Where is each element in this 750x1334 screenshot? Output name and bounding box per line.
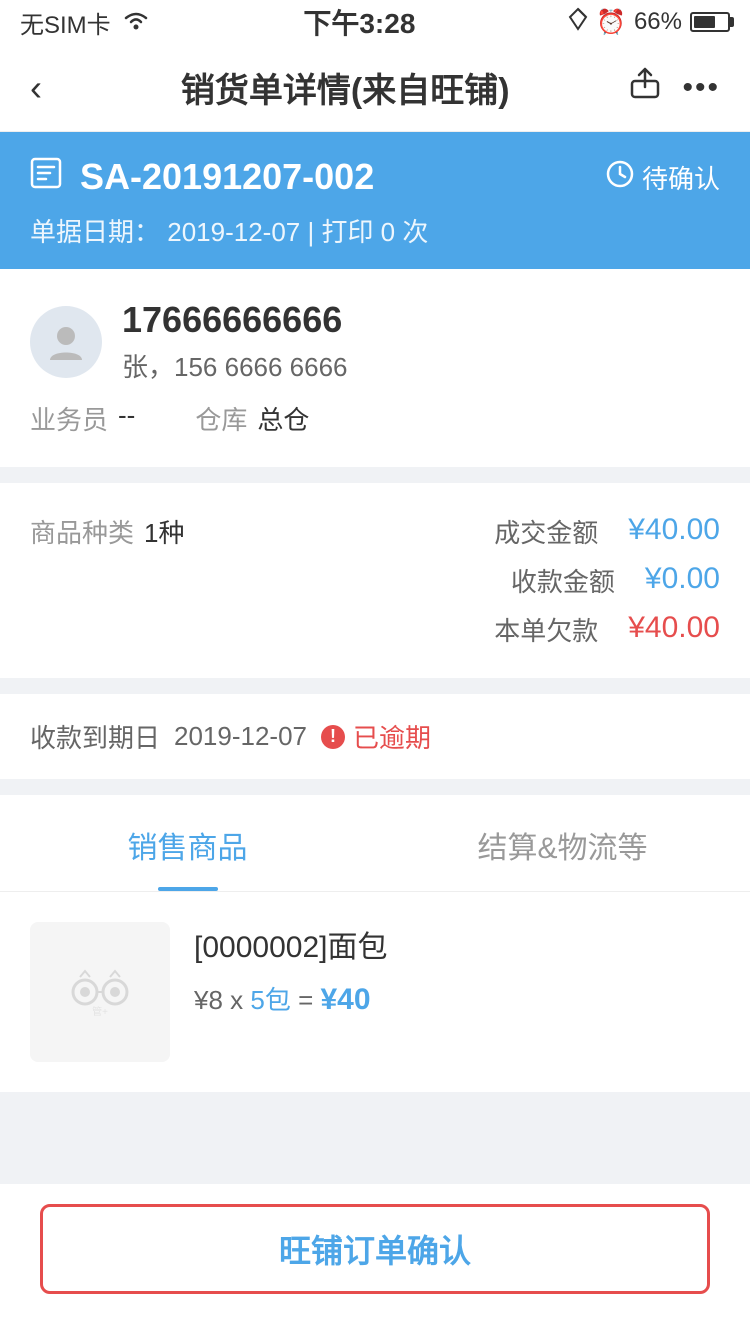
tab-products[interactable]: 销售商品 — [0, 795, 375, 891]
more-button[interactable]: ••• — [682, 71, 720, 105]
product-info: [0000002]面包 ¥8 x 5包 = ¥40 — [194, 922, 720, 1017]
due-date-label: 收款到期日 — [30, 718, 160, 755]
amount-value: ¥40.00 — [628, 513, 720, 550]
customer-card: 17666666666 张，156 6666 6666 业务员 -- 仓库 总仓 — [0, 269, 750, 467]
product-price: ¥8 x 5包 = ¥40 — [194, 980, 720, 1017]
tabs-container: 销售商品 结算&物流等 — [0, 795, 750, 892]
wifi-icon — [121, 8, 151, 37]
staff-label: 业务员 — [30, 400, 108, 437]
summary-card: 商品种类 1种 成交金额 ¥40.00 收款金额 ¥0.00 本单欠款 ¥40.… — [0, 483, 750, 678]
order-status: 待确认 — [606, 159, 720, 196]
status-right: ⏰ 66% — [568, 7, 730, 38]
staff-value: -- — [118, 400, 135, 437]
product-section: 管+ [0000002]面包 ¥8 x 5包 = ¥40 — [0, 892, 750, 1092]
status-bar: 无SIM卡 下午3:28 ⏰ 66% — [0, 0, 750, 44]
order-id: SA-20191207-002 — [30, 156, 374, 198]
amounts: 成交金额 ¥40.00 收款金额 ¥0.00 本单欠款 ¥40.00 — [494, 513, 720, 648]
product-name: [0000002]面包 — [194, 922, 720, 966]
overdue-badge: ! 已逾期 — [321, 718, 431, 755]
due-date-value: 2019-12-07 — [174, 721, 307, 752]
status-time: 下午3:28 — [303, 2, 415, 42]
svg-text:管+: 管+ — [92, 1005, 108, 1017]
confirm-button[interactable]: 旺铺订单确认 — [40, 1204, 710, 1294]
order-header: SA-20191207-002 待确认 单据日期： 2019-12-07 | 打… — [0, 132, 750, 269]
warehouse-value: 总仓 — [257, 400, 309, 437]
nav-actions: ••• — [628, 67, 720, 109]
battery-icon — [690, 12, 730, 32]
customer-avatar — [30, 306, 102, 378]
order-icon — [30, 156, 66, 198]
product-type: 商品种类 1种 — [30, 513, 184, 550]
page-title: 销货单详情(来自旺铺) — [62, 63, 628, 112]
status-left: 无SIM卡 — [20, 5, 151, 40]
carrier-text: 无SIM卡 — [20, 5, 111, 40]
customer-meta: 业务员 -- 仓库 总仓 — [30, 400, 720, 437]
warehouse-label: 仓库 — [195, 400, 247, 437]
overdue-dot-icon: ! — [321, 725, 345, 749]
tab-settlement[interactable]: 结算&物流等 — [375, 795, 750, 891]
customer-name: 张，156 6666 6666 — [122, 347, 348, 384]
clock-icon — [606, 160, 634, 195]
bottom-bar: 旺铺订单确认 — [0, 1184, 750, 1334]
battery-text: 66% — [634, 8, 682, 36]
share-icon[interactable] — [628, 67, 662, 109]
product-item: 管+ [0000002]面包 ¥8 x 5包 = ¥40 — [30, 892, 720, 1062]
back-button[interactable]: ‹ — [30, 57, 62, 119]
order-date: 单据日期： 2019-12-07 | 打印 0 次 — [30, 212, 720, 249]
location-icon — [568, 7, 588, 38]
debt-value: ¥40.00 — [628, 611, 720, 648]
alarm-icon: ⏰ — [596, 8, 626, 37]
due-date-card: 收款到期日 2019-12-07 ! 已逾期 — [0, 694, 750, 779]
product-thumbnail: 管+ — [30, 922, 170, 1062]
received-value: ¥0.00 — [645, 562, 720, 599]
customer-phone: 17666666666 — [122, 299, 348, 341]
nav-bar: ‹ 销货单详情(来自旺铺) ••• — [0, 44, 750, 132]
